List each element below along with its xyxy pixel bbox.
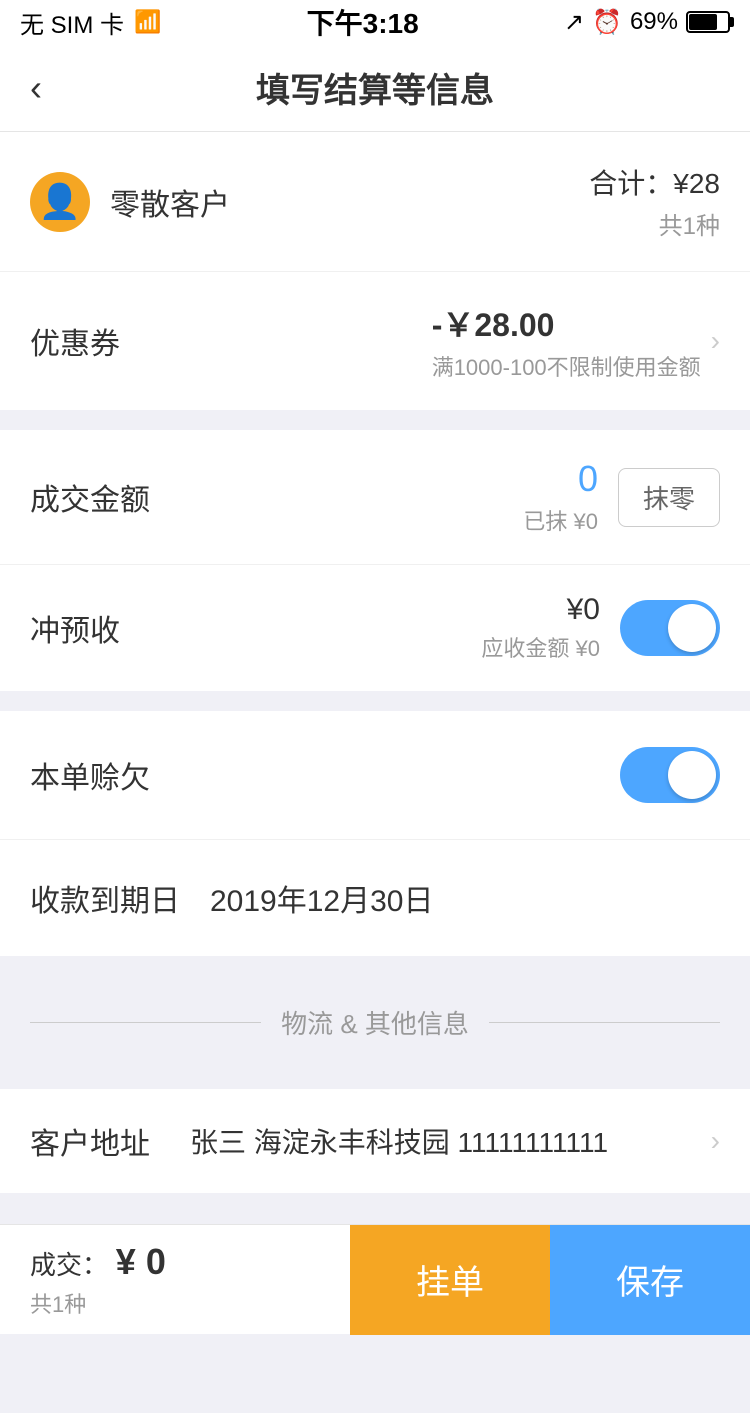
divider-line-right: [489, 1022, 720, 1023]
status-right: ↗ ⏰ 69%: [564, 8, 730, 37]
deal-amount-row: 成交金额 0 已抹 ¥0 抹零: [0, 430, 750, 565]
bottom-deal-count: 共1种: [30, 1287, 320, 1319]
coupon-value: -￥28.00 满1000-100不限制使用金额: [432, 300, 701, 382]
deal-amount-right: 0 已抹 ¥0 抹零: [523, 458, 720, 536]
advance-amount-col: ¥0 应收金额 ¥0: [481, 593, 600, 663]
chevron-right-icon: ›: [711, 325, 720, 357]
advance-sub: 应收金额 ¥0: [481, 631, 600, 663]
address-label: 客户地址: [30, 1119, 150, 1163]
advance-toggle[interactable]: [620, 600, 720, 656]
advance-amount: ¥0: [481, 593, 600, 627]
customer-name: 零散客户: [110, 180, 230, 224]
sim-label: 无 SIM 卡: [20, 5, 124, 40]
customer-row: 👤 零散客户 合计：¥28 共1种: [0, 132, 750, 271]
arrears-label: 本单赊欠: [30, 753, 150, 797]
battery-percent: 69%: [630, 8, 678, 36]
avatar: 👤: [30, 172, 90, 232]
coupon-row[interactable]: 优惠券 -￥28.00 满1000-100不限制使用金额 ›: [0, 271, 750, 410]
customer-info: 👤 零散客户: [30, 172, 230, 232]
hold-button[interactable]: 挂单: [350, 1225, 550, 1335]
total-label: 合计：¥28: [589, 162, 720, 202]
deal-amount-value: 0: [523, 458, 598, 500]
customer-section: 👤 零散客户 合计：¥28 共1种 优惠券 -￥28.00 满1000-100不…: [0, 132, 750, 410]
battery-icon: [686, 11, 730, 33]
deal-amount-label: 成交金额: [30, 475, 150, 519]
address-section: 客户地址 张三 海淀永丰科技园 11111111111 ›: [0, 1089, 750, 1193]
toggle-knob: [668, 604, 716, 652]
status-left: 无 SIM 卡 📶: [20, 5, 161, 40]
bottom-deal-label: 成交：: [30, 1250, 108, 1280]
due-date-value: 2019年12月30日: [210, 876, 433, 920]
arrears-toggle[interactable]: [620, 747, 720, 803]
advance-row: 冲预收 ¥0 应收金额 ¥0: [0, 565, 750, 691]
due-date-row: 收款到期日 2019年12月30日: [0, 839, 750, 956]
coupon-discount: -￥28.00: [432, 300, 701, 346]
address-chevron-icon: ›: [711, 1125, 720, 1157]
coupon-desc: 满1000-100不限制使用金额: [432, 350, 701, 382]
deal-amount-sub: 已抹 ¥0: [523, 504, 598, 536]
deal-amount-section: 成交金额 0 已抹 ¥0 抹零 冲预收 ¥0 应收金额 ¥0: [0, 430, 750, 691]
address-value: 张三 海淀永丰科技园 11111111111: [190, 1121, 711, 1161]
back-button[interactable]: ‹: [30, 67, 42, 109]
address-row[interactable]: 客户地址 张三 海淀永丰科技园 11111111111 ›: [0, 1089, 750, 1193]
status-time: 下午3:18: [307, 2, 419, 42]
customer-total: 合计：¥28 共1种: [589, 162, 720, 241]
advance-label: 冲预收: [30, 606, 120, 650]
divider-line-left: [30, 1022, 261, 1023]
avatar-icon: 👤: [39, 182, 81, 222]
arrears-toggle-knob: [668, 751, 716, 799]
alarm-icon: ⏰: [592, 8, 622, 37]
due-date-label: 收款到期日: [30, 876, 180, 920]
bottom-deal-amount: ¥ 0: [116, 1241, 166, 1282]
status-bar: 无 SIM 卡 📶 下午3:18 ↗ ⏰ 69%: [0, 0, 750, 44]
logistics-divider: 物流 & 其他信息: [0, 976, 750, 1069]
page-title: 填写结算等信息: [256, 63, 494, 112]
coupon-right: -￥28.00 满1000-100不限制使用金额 ›: [432, 300, 720, 382]
location-icon: ↗: [564, 8, 584, 37]
coupon-label: 优惠券: [30, 319, 120, 363]
nav-bar: ‹ 填写结算等信息: [0, 44, 750, 132]
advance-right: ¥0 应收金额 ¥0: [481, 593, 720, 663]
logistics-section: 物流 & 其他信息: [0, 976, 750, 1069]
total-count: 共1种: [589, 206, 720, 241]
logistics-label: 物流 & 其他信息: [281, 1004, 469, 1041]
arrears-section: 本单赊欠 收款到期日 2019年12月30日: [0, 711, 750, 956]
wifi-icon: 📶: [134, 9, 161, 35]
save-button[interactable]: 保存: [550, 1225, 750, 1335]
bottom-bar: 成交： ¥ 0 共1种 挂单 保存: [0, 1224, 750, 1334]
bottom-deal-row: 成交： ¥ 0: [30, 1241, 320, 1283]
deal-amount-col: 0 已抹 ¥0: [523, 458, 598, 536]
arrears-row: 本单赊欠: [0, 711, 750, 839]
round-zero-button[interactable]: 抹零: [618, 468, 720, 527]
bottom-deal-info: 成交： ¥ 0 共1种: [0, 1241, 350, 1319]
